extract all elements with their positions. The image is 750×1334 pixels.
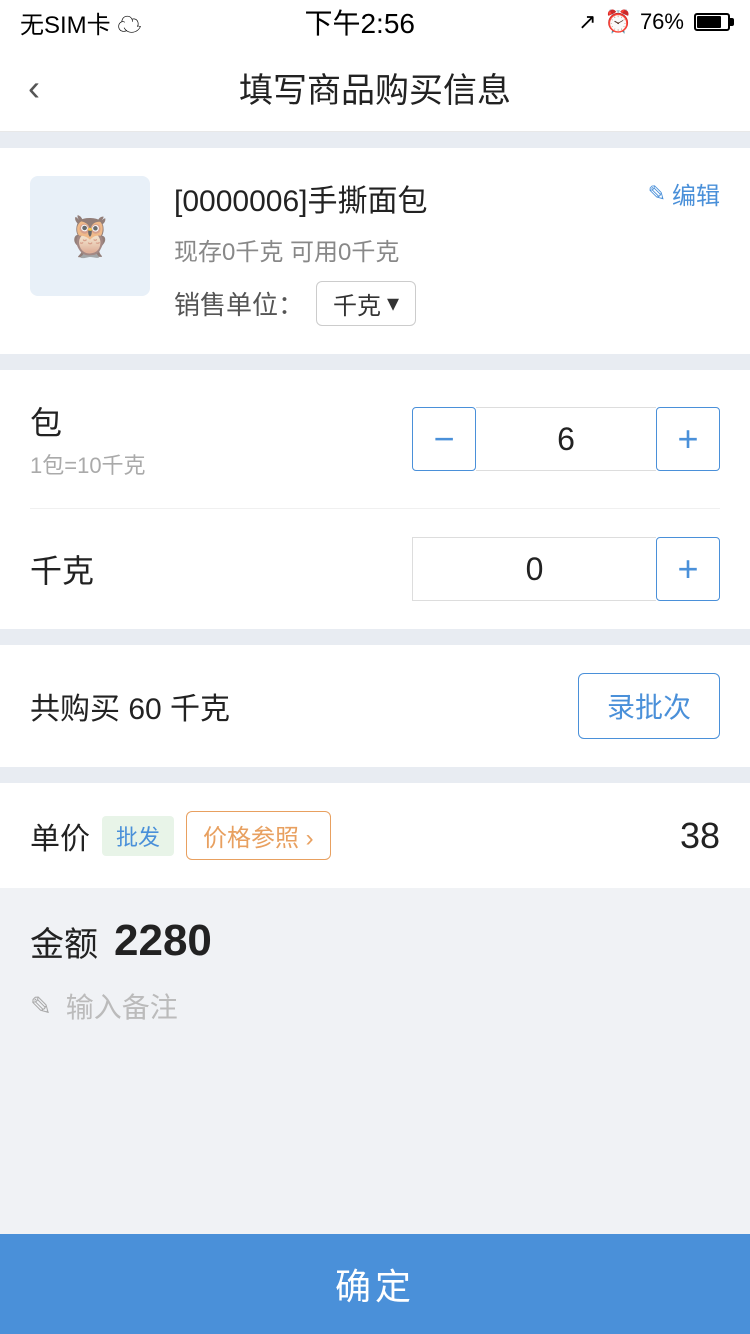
qty-plus-kg[interactable]: + <box>656 537 720 601</box>
product-image: 🦉 <box>30 176 150 296</box>
qty-input-kg[interactable] <box>412 537 656 601</box>
status-right: ↗ ⏰ 76% <box>578 9 730 35</box>
qty-label-kg: 千克 <box>30 546 94 592</box>
price-section: 单价 批发 价格参照 › 38 <box>0 783 750 888</box>
qty-plus-bao[interactable]: + <box>656 407 720 471</box>
remark-text: 输入备注 <box>66 986 178 1026</box>
remark-icon: ✎ <box>30 991 52 1022</box>
battery-icon <box>694 13 730 31</box>
alarm-icon: ⏰ <box>605 9 632 35</box>
qty-label-bao: 包 <box>30 398 146 444</box>
qty-label-group-bao: 包 1包=10千克 <box>30 398 146 480</box>
amount-value: 2280 <box>114 916 212 966</box>
product-logo: 🦉 <box>65 213 115 260</box>
qty-input-bao[interactable] <box>476 407 656 471</box>
edit-label: 编辑 <box>672 176 720 211</box>
quantity-section: 包 1包=10千克 − + 千克 + <box>0 370 750 629</box>
status-time: 下午2:56 <box>304 2 415 42</box>
qty-control-kg: + <box>412 537 720 601</box>
qty-row-kg: 千克 + <box>30 509 720 629</box>
product-unit-row: 销售单位： 千克 ▾ <box>174 281 720 326</box>
price-ref-button[interactable]: 价格参照 › <box>186 811 331 860</box>
product-info: [0000006]手撕面包 现存0千克 可用0千克 销售单位： 千克 ▾ <box>174 176 720 326</box>
mid-divider-1 <box>0 354 750 370</box>
mid-divider-3 <box>0 767 750 783</box>
unit-value: 千克 <box>333 286 381 321</box>
amount-section: 金额 2280 ✎ 输入备注 <box>0 888 750 1054</box>
product-stock: 现存0千克 可用0千克 <box>174 232 720 267</box>
unit-select[interactable]: 千克 ▾ <box>316 281 416 326</box>
amount-row: 金额 2280 <box>30 916 720 966</box>
top-divider <box>0 132 750 148</box>
mid-divider-2 <box>0 629 750 645</box>
battery-percent: 76% <box>640 9 684 35</box>
status-bar: 无SIM卡 ☁ 下午2:56 ↗ ⏰ 76% <box>0 0 750 44</box>
price-left: 单价 批发 价格参照 › <box>30 811 331 860</box>
amount-label: 金额 <box>30 917 98 966</box>
unit-chevron-icon: ▾ <box>387 289 399 318</box>
qty-row-bao: 包 1包=10千克 − + <box>30 370 720 509</box>
record-batch-button[interactable]: 录批次 <box>578 673 720 739</box>
status-left: 无SIM卡 ☁ <box>20 5 141 40</box>
qty-control-bao: − + <box>412 407 720 471</box>
edit-icon: ✎ <box>648 181 666 207</box>
unit-label: 销售单位： <box>174 285 304 322</box>
remark-row[interactable]: ✎ 输入备注 <box>30 986 720 1026</box>
summary-section: 共购买 60 千克 录批次 <box>0 645 750 767</box>
edit-button[interactable]: ✎ 编辑 <box>648 176 720 211</box>
qty-label-group-kg: 千克 <box>30 546 94 592</box>
qty-minus-bao[interactable]: − <box>412 407 476 471</box>
content-spacer <box>0 1054 750 1234</box>
product-name: [0000006]手撕面包 <box>174 176 720 220</box>
price-value: 38 <box>680 815 720 857</box>
nav-bar: ‹ 填写商品购买信息 <box>0 44 750 132</box>
page-title: 填写商品购买信息 <box>239 63 511 112</box>
product-card: 🦉 [0000006]手撕面包 现存0千克 可用0千克 销售单位： 千克 ▾ ✎… <box>0 148 750 354</box>
price-label: 单价 <box>30 814 90 858</box>
summary-text: 共购买 60 千克 <box>30 684 230 728</box>
location-icon: ↗ <box>578 9 596 35</box>
confirm-button[interactable]: 确定 <box>0 1234 750 1334</box>
sim-label: 无SIM卡 ☁ <box>20 5 141 40</box>
back-button[interactable]: ‹ <box>28 67 40 109</box>
price-tag: 批发 <box>102 816 174 856</box>
qty-sub-bao: 1包=10千克 <box>30 448 146 480</box>
